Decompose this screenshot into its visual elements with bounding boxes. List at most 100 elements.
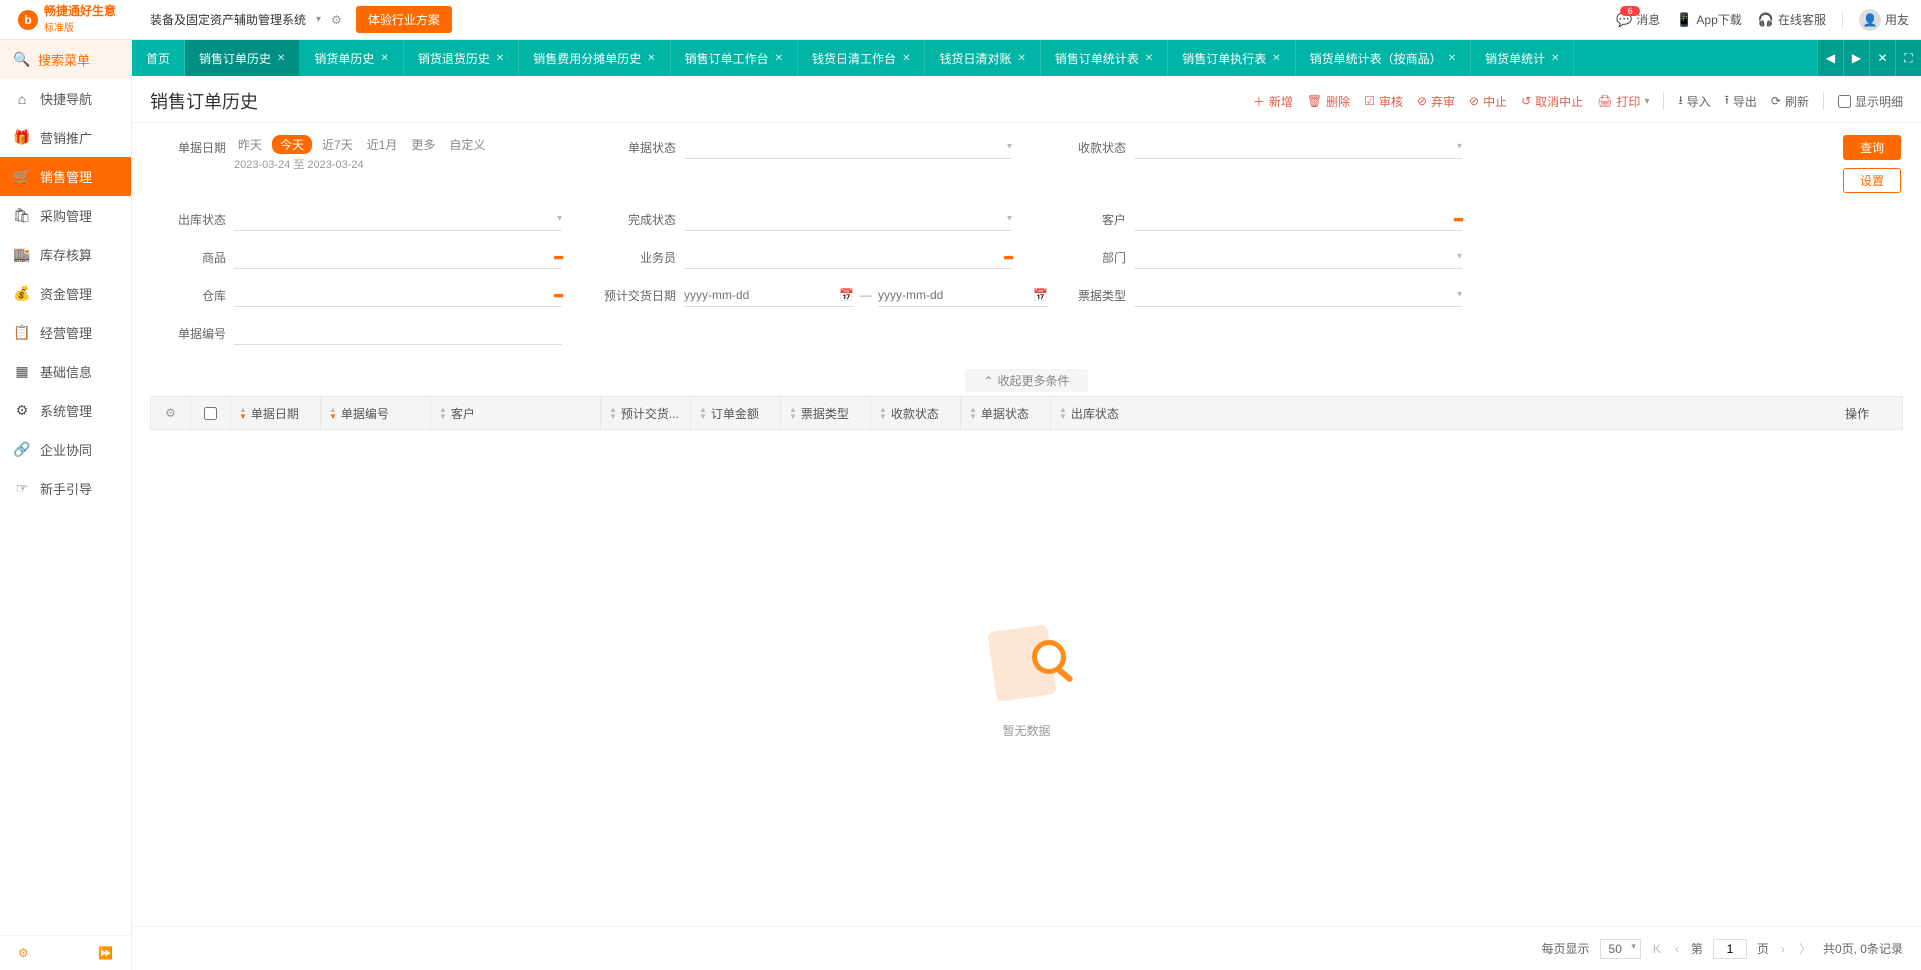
export-button[interactable]: ⭱导出 [1725, 91, 1757, 112]
ticket-type-select[interactable]: ▾ [1134, 283, 1462, 307]
close-icon[interactable]: ✕ [647, 53, 655, 64]
page-input[interactable] [1713, 939, 1747, 959]
table-column[interactable]: ▲▼客户 [431, 397, 601, 429]
refresh-button[interactable]: ⟳刷新 [1771, 93, 1809, 110]
sidebar-item[interactable]: ☞新手引导 [0, 469, 131, 508]
close-icon[interactable]: ✕ [775, 53, 783, 64]
tab[interactable]: 销货单历史✕ [300, 40, 403, 76]
close-icon[interactable]: ✕ [380, 53, 388, 64]
salesman-picker[interactable]: ••• [684, 245, 1012, 269]
table-column[interactable]: ▲▼票据类型 [781, 397, 871, 429]
sidebar-item[interactable]: ⚙系统管理 [0, 391, 131, 430]
table-column[interactable]: ▲▼单据状态 [961, 397, 1051, 429]
sidebar-item[interactable]: 🔗企业协同 [0, 430, 131, 469]
page-size-select[interactable]: 50 [1600, 939, 1641, 959]
close-icon[interactable]: ✕ [1272, 53, 1280, 64]
audit-button[interactable]: ☑审核 [1364, 93, 1403, 110]
collapse-sidebar-icon[interactable]: ⏩ [98, 946, 113, 960]
tab[interactable]: 销售订单执行表✕ [1168, 40, 1295, 76]
tab[interactable]: 销货退货历史✕ [404, 40, 519, 76]
gear-icon[interactable]: ⚙ [331, 13, 342, 27]
prev-page-button[interactable]: ‹ [1673, 942, 1681, 956]
tab[interactable]: 钱货日清对账✕ [925, 40, 1040, 76]
customer-picker[interactable]: ••• [1134, 207, 1462, 231]
next-page-button[interactable]: › [1779, 942, 1787, 956]
app-download-link[interactable]: 📱 App下载 [1676, 11, 1742, 28]
first-page-button[interactable]: K [1651, 942, 1663, 956]
tab[interactable]: 销售订单历史✕ [185, 40, 300, 76]
import-button[interactable]: ⭳导入 [1678, 91, 1710, 112]
date-chip[interactable]: 昨天 [234, 135, 266, 154]
expect-date-to[interactable]: 📅 [878, 283, 1048, 307]
date-chip[interactable]: 近7天 [318, 135, 357, 154]
sidebar-item[interactable]: 🏬库存核算 [0, 235, 131, 274]
sidebar-search[interactable]: 🔍 搜索菜单 [0, 40, 131, 79]
date-from-input[interactable] [684, 288, 839, 302]
dept-select[interactable]: ▾ [1134, 245, 1462, 269]
tab[interactable]: 销售订单工作台✕ [671, 40, 798, 76]
sidebar-item[interactable]: ⌂快捷导航 [0, 79, 131, 118]
select-all[interactable] [191, 397, 231, 429]
table-column[interactable]: ▲▼预计交货... [601, 397, 691, 429]
online-service-link[interactable]: 🎧 在线客服 [1758, 11, 1826, 28]
show-detail-toggle[interactable]: 显示明细 [1838, 93, 1903, 110]
close-icon[interactable]: ✕ [496, 53, 504, 64]
tab[interactable]: 销售费用分摊单历史✕ [519, 40, 670, 76]
user-menu[interactable]: 👤 用友 [1859, 9, 1909, 31]
tab[interactable]: 销售订单统计表✕ [1041, 40, 1168, 76]
expect-date-from[interactable]: 📅 [684, 283, 854, 307]
collapse-filters-button[interactable]: ⌃收起更多条件 [965, 369, 1087, 392]
show-detail-checkbox[interactable] [1838, 95, 1851, 108]
out-status-select[interactable]: ▾ [234, 207, 562, 231]
new-button[interactable]: ＋新增 [1253, 93, 1293, 110]
tab[interactable]: 销货单统计✕ [1471, 40, 1574, 76]
date-to-input[interactable] [878, 288, 1033, 302]
close-icon[interactable]: ✕ [902, 53, 910, 64]
date-chip[interactable]: 自定义 [445, 135, 489, 154]
tab-scroll-right[interactable]: ▶ [1843, 40, 1869, 76]
industry-plan-button[interactable]: 体验行业方案 [356, 6, 452, 33]
setting-button[interactable]: 设置 [1843, 168, 1901, 193]
query-button[interactable]: 查询 [1843, 135, 1901, 160]
stop-button[interactable]: ⊘中止 [1469, 93, 1507, 110]
tab[interactable]: 钱货日清工作台✕ [798, 40, 925, 76]
table-column[interactable]: ▲▼单据编号 [321, 397, 431, 429]
close-icon[interactable]: ✕ [1145, 53, 1153, 64]
tab-close-all[interactable]: ✕ [1869, 40, 1895, 76]
delete-button[interactable]: 🗑删除 [1307, 93, 1350, 110]
warehouse-picker[interactable]: ••• [234, 283, 562, 307]
sidebar-item[interactable]: 🎁营销推广 [0, 118, 131, 157]
close-icon[interactable]: ✕ [277, 53, 285, 64]
messages-link[interactable]: 💬 消息 [1616, 11, 1660, 28]
table-column[interactable]: ▲▼收款状态 [871, 397, 961, 429]
table-column[interactable]: ▲▼单据日期 [231, 397, 321, 429]
sidebar-item[interactable]: 🛍采购管理 [0, 196, 131, 235]
tab[interactable]: 首页 [132, 40, 185, 76]
unstop-button[interactable]: ↺取消中止 [1521, 93, 1583, 110]
sidebar-item[interactable]: 💰资金管理 [0, 274, 131, 313]
tab[interactable]: 销货单统计表（按商品）✕ [1296, 40, 1471, 76]
tab-scroll-left[interactable]: ◀ [1817, 40, 1843, 76]
tab-fullscreen[interactable]: ⛶ [1895, 40, 1921, 76]
print-button[interactable]: 🖨打印 ▾ [1597, 93, 1649, 110]
last-page-button[interactable]: 〉 [1797, 940, 1813, 957]
sidebar-item[interactable]: 🛒销售管理 [0, 157, 131, 196]
column-settings[interactable]: ⚙ [151, 397, 191, 429]
doc-no-input[interactable] [234, 321, 562, 345]
product-picker[interactable]: ••• [234, 245, 562, 269]
date-chip[interactable]: 今天 [272, 135, 312, 154]
receipt-status-select[interactable]: ▾ [1134, 135, 1462, 159]
sidebar-item[interactable]: 📋经营管理 [0, 313, 131, 352]
date-chip[interactable]: 更多 [407, 135, 439, 154]
table-column[interactable]: ▲▼订单金额 [691, 397, 781, 429]
abandon-button[interactable]: ⊘弃审 [1417, 93, 1455, 110]
close-icon[interactable]: ✕ [1448, 53, 1456, 64]
sidebar-item[interactable]: ▦基础信息 [0, 352, 131, 391]
system-selector[interactable]: 装备及固定资产辅助管理系统 ▾ ⚙ [150, 11, 342, 28]
settings-icon[interactable]: ⚙ [18, 946, 29, 960]
date-chip[interactable]: 近1月 [363, 135, 402, 154]
close-icon[interactable]: ✕ [1551, 53, 1559, 64]
doc-status-select[interactable]: ▾ [684, 135, 1012, 159]
close-icon[interactable]: ✕ [1017, 53, 1025, 64]
done-status-select[interactable]: ▾ [684, 207, 1012, 231]
